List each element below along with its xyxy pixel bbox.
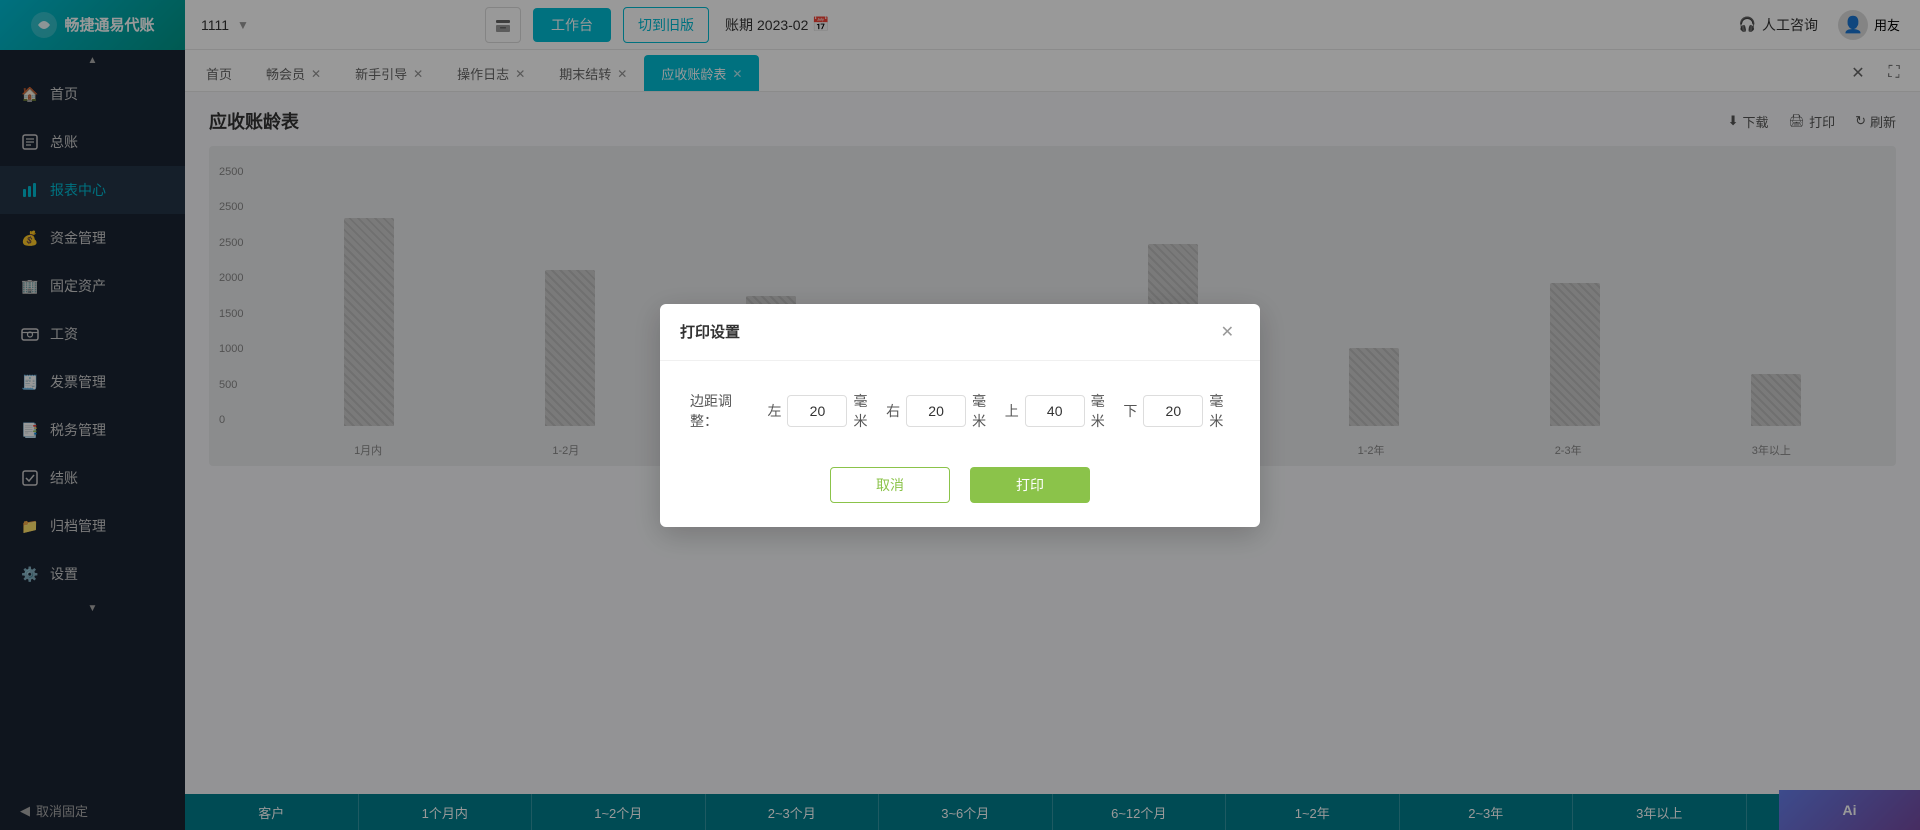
modal-overlay[interactable]: 打印设置 ✕ 边距调整： 左 毫米 右 毫米 上 毫米 — [0, 0, 1920, 830]
modal-header: 打印设置 ✕ — [660, 304, 1260, 361]
modal-close-button[interactable]: ✕ — [1215, 320, 1240, 344]
confirm-print-button[interactable]: 打印 — [970, 467, 1090, 503]
right-label: 右 — [886, 401, 900, 421]
modal-body: 边距调整： 左 毫米 右 毫米 上 毫米 下 — [660, 361, 1260, 451]
top-unit: 毫米 — [1091, 391, 1112, 431]
right-unit: 毫米 — [972, 391, 993, 431]
left-unit: 毫米 — [853, 391, 874, 431]
top-label: 上 — [1005, 401, 1019, 421]
left-input[interactable] — [787, 395, 847, 427]
margin-top-group: 上 毫米 — [1005, 391, 1112, 431]
left-label: 左 — [767, 401, 781, 421]
margin-row: 边距调整： 左 毫米 右 毫米 上 毫米 下 — [690, 391, 1230, 431]
top-input[interactable] — [1025, 395, 1085, 427]
margin-adjust-label: 边距调整： — [690, 391, 755, 431]
margin-bottom-group: 下 毫米 — [1123, 391, 1230, 431]
margin-right-group: 右 毫米 — [886, 391, 993, 431]
margin-left-group: 左 毫米 — [767, 391, 874, 431]
bottom-input[interactable] — [1143, 395, 1203, 427]
print-settings-modal: 打印设置 ✕ 边距调整： 左 毫米 右 毫米 上 毫米 — [660, 304, 1260, 527]
cancel-button[interactable]: 取消 — [830, 467, 950, 503]
modal-title: 打印设置 — [680, 321, 740, 342]
bottom-unit: 毫米 — [1209, 391, 1230, 431]
modal-footer: 取消 打印 — [660, 451, 1260, 527]
right-input[interactable] — [906, 395, 966, 427]
bottom-margin-label: 下 — [1123, 401, 1137, 421]
